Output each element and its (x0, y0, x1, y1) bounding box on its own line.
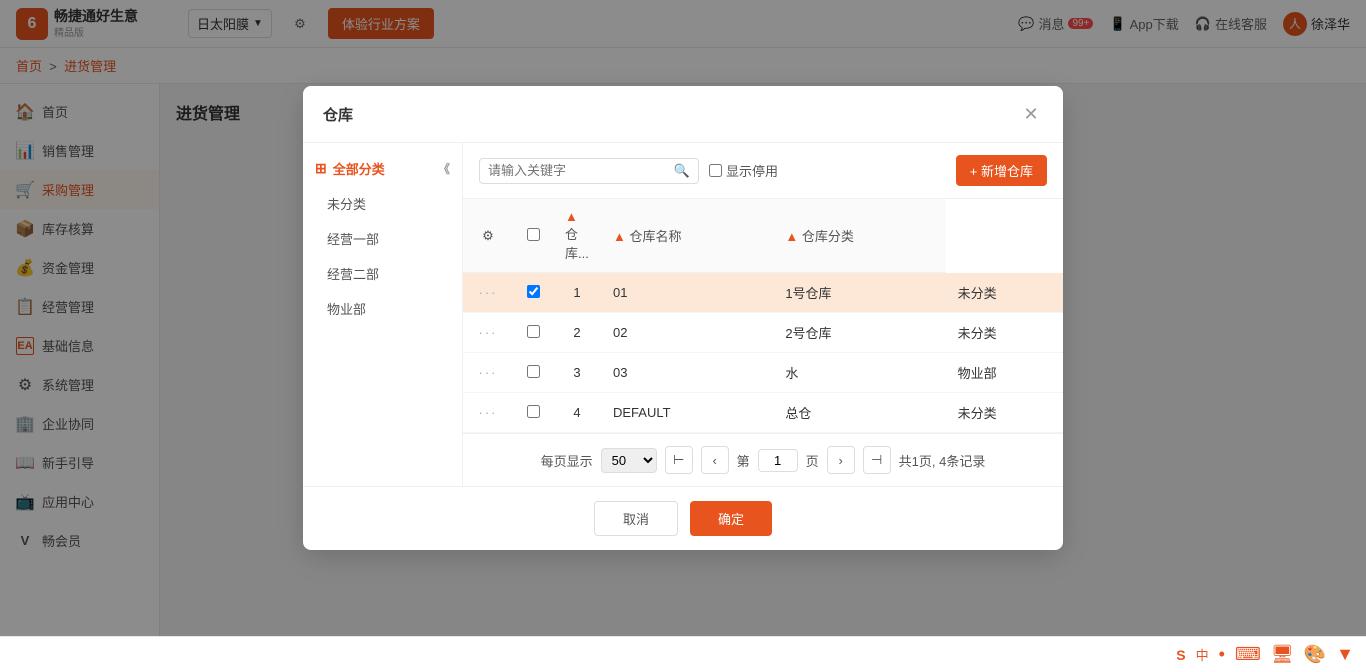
row-name: 2号仓库 (773, 313, 945, 353)
category-item-3[interactable]: 物业部 (303, 291, 462, 326)
sort-icon-name: ▲ (613, 229, 626, 244)
warehouse-modal: 仓库 ✕ ⊞ 全部分类 《 未分类 经营一部 经营二部 (303, 86, 1063, 550)
next-page-button[interactable]: › (827, 446, 855, 474)
row-num: 4 (553, 393, 601, 433)
row-num: 1 (553, 273, 601, 313)
bottom-dot-icon: • (1219, 644, 1225, 665)
show-disabled-checkbox-input[interactable] (709, 164, 722, 177)
col-header-code: ▲ 仓库... (553, 199, 601, 273)
table-row[interactable]: ··· 2 02 2号仓库 未分类 (463, 313, 1063, 353)
row-category: 未分类 (946, 273, 1063, 313)
search-box: 🔍 (479, 158, 699, 184)
s-logo-icon: S (1176, 647, 1185, 663)
row-code: DEFAULT (601, 393, 773, 433)
col-header-check (513, 199, 553, 273)
row-name: 总仓 (773, 393, 945, 433)
cancel-button[interactable]: 取消 (594, 501, 678, 536)
row-category: 未分类 (946, 393, 1063, 433)
col-header-category: ▲ 仓库分类 (773, 199, 945, 273)
row-checkbox-cell (513, 273, 553, 313)
row-more-btn[interactable]: ··· (463, 313, 513, 353)
category-item-2[interactable]: 经营二部 (303, 256, 462, 291)
row-more-btn[interactable]: ··· (463, 353, 513, 393)
row-num: 2 (553, 313, 601, 353)
last-page-button[interactable]: ⊣ (863, 446, 891, 474)
row-name: 水 (773, 353, 945, 393)
table-panel: 🔍 显示停用 + 新增仓库 ⚙ (463, 143, 1063, 486)
search-icon[interactable]: 🔍 (674, 163, 690, 179)
table-row[interactable]: ··· 1 01 1号仓库 未分类 (463, 273, 1063, 313)
bottom-zh-icon: 中 (1196, 645, 1209, 664)
table-row[interactable]: ··· 4 DEFAULT 总仓 未分类 (463, 393, 1063, 433)
keyboard-icon[interactable]: ⌨ (1235, 644, 1261, 665)
close-icon[interactable]: ✕ (1019, 102, 1043, 126)
row-checkbox-cell (513, 393, 553, 433)
first-page-button[interactable]: ⊢ (665, 446, 693, 474)
modal-body: ⊞ 全部分类 《 未分类 经营一部 经营二部 物业部 (303, 143, 1063, 486)
row-checkbox[interactable] (527, 405, 540, 418)
show-disabled-checkbox[interactable]: 显示停用 (709, 161, 778, 180)
pagination: 每页显示 50 100 ⊢ ‹ 第 页 › ⊣ 共1页, 4条记录 (463, 433, 1063, 486)
bottom-icon-3[interactable]: 🖥 (1271, 644, 1294, 665)
col-header-gear: ⚙ (463, 199, 513, 273)
row-checkbox-cell (513, 313, 553, 353)
bottom-bar: S 中 • ⌨ 🖥 🎨 ▼ (0, 636, 1366, 672)
bottom-icon-5[interactable]: ▼ (1336, 644, 1354, 665)
row-name: 1号仓库 (773, 273, 945, 313)
row-checkbox-cell (513, 353, 553, 393)
select-all-checkbox[interactable] (527, 228, 540, 241)
row-checkbox[interactable] (527, 325, 540, 338)
sort-icon-category: ▲ (785, 229, 798, 244)
collapse-icon[interactable]: 《 (438, 160, 450, 177)
modal-header: 仓库 ✕ (303, 86, 1063, 143)
warehouse-table: ⚙ ▲ 仓库... ▲ (463, 199, 1063, 433)
row-code: 01 (601, 273, 773, 313)
all-category-item[interactable]: ⊞ 全部分类 《 (303, 151, 462, 186)
search-input[interactable] (488, 163, 668, 178)
add-warehouse-button[interactable]: + 新增仓库 (956, 155, 1047, 186)
table-toolbar: 🔍 显示停用 + 新增仓库 (463, 143, 1063, 199)
warehouse-table-wrap: ⚙ ▲ 仓库... ▲ (463, 199, 1063, 433)
bottom-icon-4[interactable]: 🎨 (1304, 644, 1326, 665)
row-category: 物业部 (946, 353, 1063, 393)
category-item-1[interactable]: 经营一部 (303, 221, 462, 256)
row-num: 3 (553, 353, 601, 393)
row-code: 02 (601, 313, 773, 353)
prev-page-button[interactable]: ‹ (701, 446, 729, 474)
row-category: 未分类 (946, 313, 1063, 353)
per-page-select[interactable]: 50 100 (601, 448, 657, 473)
row-code: 03 (601, 353, 773, 393)
category-panel: ⊞ 全部分类 《 未分类 经营一部 经营二部 物业部 (303, 143, 463, 486)
col-header-name: ▲ 仓库名称 (601, 199, 773, 273)
modal-footer: 取消 确定 (303, 486, 1063, 550)
confirm-button[interactable]: 确定 (690, 501, 772, 536)
category-item-0[interactable]: 未分类 (303, 186, 462, 221)
modal-overlay: 仓库 ✕ ⊞ 全部分类 《 未分类 经营一部 经营二部 (0, 0, 1366, 636)
page-number-input[interactable] (758, 449, 798, 472)
row-more-btn[interactable]: ··· (463, 393, 513, 433)
row-checkbox[interactable] (527, 285, 540, 298)
sort-icon-code: ▲ (565, 209, 578, 224)
grid-icon: ⊞ (315, 160, 327, 177)
row-checkbox[interactable] (527, 365, 540, 378)
row-more-btn[interactable]: ··· (463, 273, 513, 313)
table-row[interactable]: ··· 3 03 水 物业部 (463, 353, 1063, 393)
modal-title: 仓库 (323, 104, 353, 125)
